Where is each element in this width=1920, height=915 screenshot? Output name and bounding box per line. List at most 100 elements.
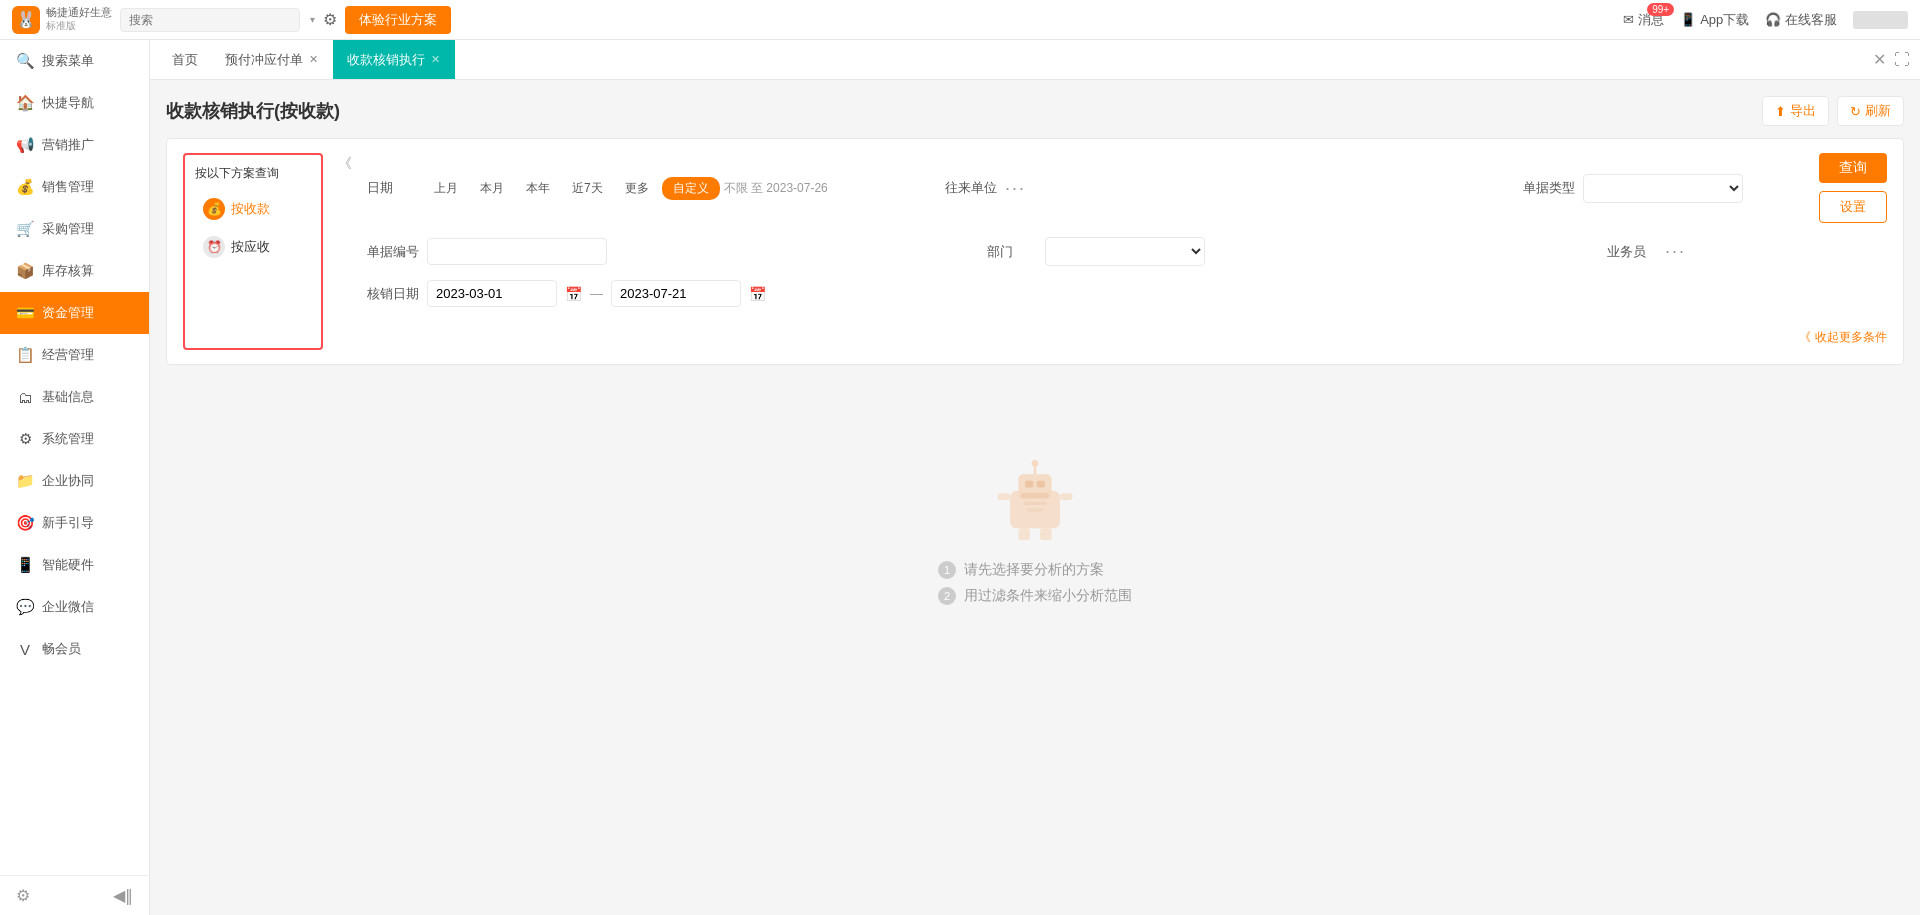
tab-prepay-close[interactable]: ✕ [309, 53, 318, 66]
verify-date-from-cal-icon[interactable]: 📅 [565, 286, 582, 302]
search-dropdown-arrow[interactable]: ▾ [310, 14, 315, 25]
sidebar-label-inventory: 库存核算 [42, 262, 94, 280]
marketing-icon: 📢 [16, 136, 34, 154]
sidebar-label-search-menu: 搜索菜单 [42, 52, 94, 70]
message-badge: 99+ [1647, 3, 1674, 16]
tab-home-label: 首页 [172, 51, 198, 69]
svg-rect-2 [1025, 481, 1033, 488]
svg-rect-10 [1060, 493, 1073, 500]
date-btn-custom[interactable]: 自定义 [662, 177, 720, 200]
counterpart-dots[interactable]: ··· [1005, 178, 1026, 199]
sidebar-item-member[interactable]: V 畅会员 [0, 628, 149, 670]
salesperson-dots[interactable]: ··· [1665, 241, 1686, 262]
doc-type-label: 单据类型 [1523, 179, 1575, 197]
sidebar-item-enterprise[interactable]: 📁 企业协同 [0, 460, 149, 502]
page-header: 收款核销执行(按收款) ⬆ 导出 ↻ 刷新 [166, 96, 1904, 126]
sidebar-item-purchase[interactable]: 🛒 采购管理 [0, 208, 149, 250]
settings-gear-icon[interactable]: ⚙ [323, 10, 337, 29]
page-content: 收款核销执行(按收款) ⬆ 导出 ↻ 刷新 按以下方案查询 [150, 80, 1920, 915]
brand-name: 畅捷通好生意 [46, 6, 112, 19]
docnum-input[interactable] [427, 238, 607, 265]
verify-date-from-input[interactable] [427, 280, 557, 307]
collapse-more-button[interactable]: 《 收起更多条件 [1799, 329, 1887, 346]
filter-option-by-receipt[interactable]: 💰 按收款 [195, 194, 311, 224]
header-right: ✉ 消息 99+ 📱 App下载 🎧 在线客服 Rit [1623, 11, 1908, 29]
setting-button[interactable]: 设置 [1819, 191, 1887, 223]
sidebar-item-quick-nav[interactable]: 🏠 快捷导航 [0, 82, 149, 124]
online-service-button[interactable]: 🎧 在线客服 [1765, 11, 1837, 29]
doc-type-select[interactable] [1583, 174, 1743, 203]
verify-date-to-cal-icon[interactable]: 📅 [749, 286, 766, 302]
sidebar-item-marketing[interactable]: 📢 营销推广 [0, 124, 149, 166]
filter-option-by-receivable[interactable]: ⏰ 按应收 [195, 232, 311, 262]
verify-date-to-input[interactable] [611, 280, 741, 307]
receipt-option-icon: 💰 [203, 198, 225, 220]
collapse-icon: 《 [1799, 329, 1811, 346]
tab-collection-close[interactable]: ✕ [431, 53, 440, 66]
verify-date-label: 核销日期 [367, 285, 419, 303]
industry-solution-button[interactable]: 体验行业方案 [345, 6, 451, 34]
sidebar-item-wechat[interactable]: 💬 企业微信 [0, 586, 149, 628]
header-left: 🐰 畅捷通好生意 标准版 ▾ ⚙ 体验行业方案 [12, 6, 451, 34]
main-layout: 🔍 搜索菜单 🏠 快捷导航 📢 营销推广 💰 销售管理 🛒 采购管理 📦 库存核… [0, 40, 1920, 915]
date-btn-this-month[interactable]: 本月 [471, 177, 513, 200]
tab-prepay[interactable]: 预付冲应付单 ✕ [211, 40, 333, 79]
sidebar-item-search-menu[interactable]: 🔍 搜索菜单 [0, 40, 149, 82]
brand-sub: 标准版 [46, 19, 112, 33]
dept-select[interactable] [1045, 237, 1205, 266]
sidebar-item-basic-info[interactable]: 🗂 基础信息 [0, 376, 149, 418]
filter-date-field: 日期 上月 本月 本年 近7天 更多 自定义 不限 至 2023-07-26 [367, 177, 929, 200]
hardware-icon: 📱 [16, 556, 34, 574]
tip-num-1: 1 [938, 561, 956, 579]
receipt-option-label: 按收款 [231, 200, 270, 218]
sidebar-item-sales[interactable]: 💰 销售管理 [0, 166, 149, 208]
page-actions: ⬆ 导出 ↻ 刷新 [1762, 96, 1904, 126]
sidebar-item-finance[interactable]: 💳 资金管理 [0, 292, 149, 334]
date-btn-this-year[interactable]: 本年 [517, 177, 559, 200]
date-btn-last-month[interactable]: 上月 [425, 177, 467, 200]
empty-tips: 1 请先选择要分析的方案 2 用过滤条件来缩小分析范围 [938, 561, 1132, 605]
user-name[interactable]: Rit [1853, 11, 1908, 29]
sidebar-settings-icon[interactable]: ⚙ [16, 886, 30, 905]
sidebar-collapse-icon[interactable]: ◀‖ [113, 886, 133, 905]
tip-text-2: 用过滤条件来缩小分析范围 [964, 587, 1132, 605]
quick-nav-icon: 🏠 [16, 94, 34, 112]
content-area: 首页 预付冲应付单 ✕ 收款核销执行 ✕ ✕ ⛶ 收款核销执行(按收款) [150, 40, 1920, 915]
app-download-button[interactable]: 📱 App下载 [1680, 11, 1749, 29]
purchase-icon: 🛒 [16, 220, 34, 238]
refresh-button[interactable]: ↻ 刷新 [1837, 96, 1904, 126]
enterprise-icon: 📁 [16, 472, 34, 490]
tab-home[interactable]: 首页 [160, 40, 211, 79]
filter-collapse-button[interactable]: 《 [335, 153, 355, 350]
svg-point-8 [1032, 460, 1039, 467]
member-icon: V [16, 641, 34, 658]
sidebar-label-finance: 资金管理 [42, 304, 94, 322]
sidebar-item-system[interactable]: ⚙ 系统管理 [0, 418, 149, 460]
sidebar-item-guide[interactable]: 🎯 新手引导 [0, 502, 149, 544]
brand-text-block: 畅捷通好生意 标准版 [46, 6, 112, 33]
svg-rect-3 [1037, 481, 1045, 488]
filter-salesperson-field: 业务员 ··· [1607, 241, 1887, 262]
app-download-label: App下载 [1700, 11, 1749, 29]
brand-logo: 🐰 [12, 6, 40, 34]
tab-close-all-icon[interactable]: ✕ [1873, 50, 1886, 69]
collapse-label: 收起更多条件 [1815, 329, 1887, 346]
query-button[interactable]: 查询 [1819, 153, 1887, 183]
export-icon: ⬆ [1775, 104, 1786, 119]
sidebar-item-hardware[interactable]: 📱 智能硬件 [0, 544, 149, 586]
filter-docnum-field: 单据编号 [367, 238, 971, 265]
date-btn-7days[interactable]: 近7天 [563, 177, 612, 200]
finance-icon: 💳 [16, 304, 34, 322]
svg-rect-4 [1021, 493, 1049, 498]
search-input[interactable] [120, 8, 300, 32]
tab-expand-icon[interactable]: ⛶ [1894, 51, 1910, 69]
service-icon: 🎧 [1765, 12, 1781, 27]
sidebar-label-system: 系统管理 [42, 430, 94, 448]
sidebar-item-operation[interactable]: 📋 经营管理 [0, 334, 149, 376]
export-button[interactable]: ⬆ 导出 [1762, 96, 1829, 126]
sidebar-item-inventory[interactable]: 📦 库存核算 [0, 250, 149, 292]
date-limit-info: 不限 至 2023-07-26 [724, 180, 828, 197]
date-btn-more[interactable]: 更多 [616, 177, 658, 200]
message-button[interactable]: ✉ 消息 99+ [1623, 11, 1664, 29]
tab-collection[interactable]: 收款核销执行 ✕ [333, 40, 455, 79]
